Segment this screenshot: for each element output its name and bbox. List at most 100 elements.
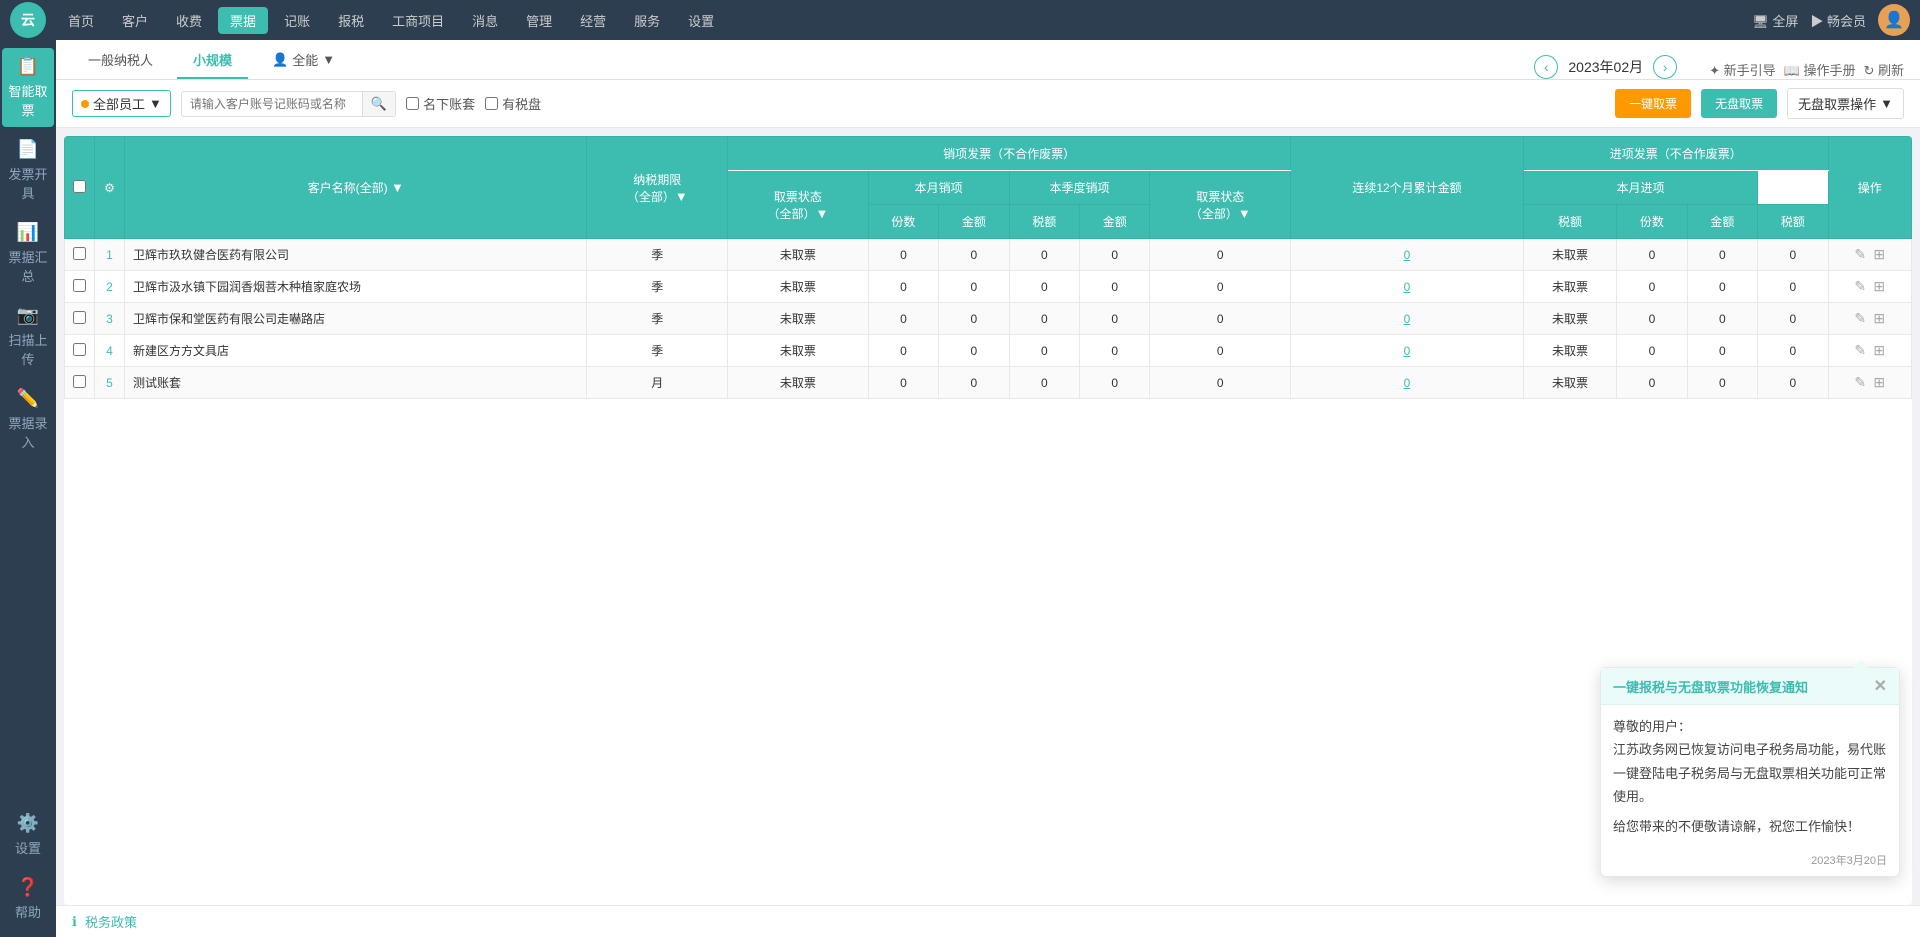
nav-client[interactable]: 客户 [110, 7, 160, 34]
th-month-purchase: 本月进项 [1523, 171, 1757, 205]
period-next-btn[interactable]: › [1653, 55, 1677, 79]
row-12month[interactable]: 0 [1291, 271, 1524, 303]
row-purchase-month-amount: 0 [1687, 271, 1757, 303]
refresh-btn[interactable]: ↻ 刷新 [1863, 60, 1904, 79]
period-label: 2023年02月 [1568, 57, 1643, 77]
row-sale-month-tax: 0 [1009, 271, 1079, 303]
row-purchase-month-count: 0 [1617, 367, 1687, 399]
row-checkbox[interactable] [65, 271, 95, 303]
search-button[interactable]: 🔍 [362, 92, 395, 116]
row-edit-btn[interactable]: ✎ [1854, 342, 1866, 358]
row-purchase-month-count: 0 [1617, 335, 1687, 367]
th-month-sale: 本月销项 [868, 171, 1009, 205]
row-view-btn[interactable]: ⊞ [1873, 310, 1885, 326]
row-purchase-month-tax: 0 [1758, 239, 1828, 271]
notification-text: 江苏政务网已恢复访问电子税务局功能，易代账一键登陆电子税务局与无盘取票相关功能可… [1613, 738, 1887, 808]
th-sale-quarter-amount: 金额 [1080, 205, 1150, 239]
nav-settings[interactable]: 设置 [676, 7, 726, 34]
row-period: 月 [587, 367, 728, 399]
avatar[interactable]: 👤 [1878, 4, 1910, 36]
row-sale-status: 未取票 [728, 303, 869, 335]
nav-invoice[interactable]: 票据 [218, 7, 268, 34]
notification-arrow [1853, 660, 1869, 668]
row-view-btn[interactable]: ⊞ [1873, 246, 1885, 262]
period-nav: ‹ 2023年02月 › [1534, 55, 1677, 79]
row-sale-status: 未取票 [728, 239, 869, 271]
row-purchase-month-tax: 0 [1758, 271, 1828, 303]
row-view-btn[interactable]: ⊞ [1873, 342, 1885, 358]
sidebar-label-scan: 扫描上传 [6, 330, 50, 368]
sidebar-label-entry: 票据录入 [6, 413, 50, 451]
notification-close-btn[interactable]: ✕ [1874, 676, 1887, 696]
no-disk-ops-btn[interactable]: 无盘取票操作 ▼ [1787, 88, 1904, 119]
row-sale-month-tax: 0 [1009, 335, 1079, 367]
employee-select[interactable]: 全部员工 ▼ [72, 90, 171, 117]
table-row: 2 卫辉市汲水镇下园润香烟菩木种植家庭农场 季 未取票 0 0 0 0 0 0 … [65, 271, 1912, 303]
row-12month[interactable]: 0 [1291, 239, 1524, 271]
select-all-checkbox[interactable] [73, 180, 86, 193]
fullscreen-btn[interactable]: 🖥 全屏 [1752, 11, 1798, 30]
tab-small-scale[interactable]: 小规模 [177, 44, 248, 79]
row-edit-btn[interactable]: ✎ [1854, 310, 1866, 326]
manual-btn[interactable]: 📖 操作手册 [1784, 60, 1856, 79]
th-checkbox [65, 137, 95, 239]
row-purchase-status: 未取票 [1523, 271, 1616, 303]
row-checkbox[interactable] [65, 239, 95, 271]
row-actions: ✎ ⊞ [1828, 367, 1911, 399]
nav-service[interactable]: 服务 [622, 7, 672, 34]
sidebar-item-smart-fetch[interactable]: 📋 智能取票 [2, 48, 54, 127]
new-guide-btn[interactable]: ✦ 新手引导 [1709, 60, 1776, 79]
tab-all-arrow: ▼ [322, 52, 335, 67]
row-checkbox[interactable] [65, 367, 95, 399]
sidebar-item-summary[interactable]: 📊 票据汇总 [2, 214, 54, 293]
nav-operations[interactable]: 经营 [568, 7, 618, 34]
tab-general-taxpayer[interactable]: 一般纳税人 [72, 44, 169, 79]
th-quarter-sale: 本季度销项 [1009, 171, 1150, 205]
row-checkbox[interactable] [65, 335, 95, 367]
checkbox-has-disk[interactable]: 有税盘 [485, 94, 541, 113]
row-sale-month-count: 0 [868, 239, 938, 271]
row-checkbox[interactable] [65, 303, 95, 335]
row-sale-month-count: 0 [868, 367, 938, 399]
help-icon: ❓ [17, 877, 39, 898]
row-customer-name: 卫辉市玖玖健合医药有限公司 [125, 239, 587, 271]
nav-bookkeeping[interactable]: 记账 [272, 7, 322, 34]
sidebar-item-open-invoice[interactable]: 📄 发票开具 [2, 131, 54, 210]
own-account-checkbox[interactable] [406, 97, 419, 110]
sidebar-item-settings[interactable]: ⚙️ 设置 [2, 805, 54, 865]
th-sale-group: 销项发票（不合作废票） [728, 137, 1291, 171]
row-view-btn[interactable]: ⊞ [1873, 278, 1885, 294]
row-sale-month-count: 0 [868, 271, 938, 303]
period-prev-btn[interactable]: ‹ [1534, 55, 1558, 79]
sidebar-item-entry[interactable]: ✏️ 票据录入 [2, 380, 54, 459]
no-disk-fetch-btn[interactable]: 无盘取票 [1701, 89, 1777, 118]
row-edit-btn[interactable]: ✎ [1854, 246, 1866, 262]
search-input[interactable] [182, 93, 362, 115]
nav-manage[interactable]: 管理 [514, 7, 564, 34]
row-edit-btn[interactable]: ✎ [1854, 278, 1866, 294]
row-sale-quarter-amount: 0 [1080, 335, 1150, 367]
one-click-fetch-btn[interactable]: 一键取票 [1615, 89, 1691, 118]
row-12month[interactable]: 0 [1291, 367, 1524, 399]
vip-btn[interactable]: ▶ 畅会员 [1810, 11, 1866, 30]
row-sale-status: 未取票 [728, 367, 869, 399]
row-view-btn[interactable]: ⊞ [1873, 374, 1885, 390]
nav-message[interactable]: 消息 [460, 7, 510, 34]
checkbox-own-account[interactable]: 名下账套 [406, 94, 475, 113]
nav-business[interactable]: 工商项目 [380, 7, 456, 34]
nav-tax[interactable]: 报税 [326, 7, 376, 34]
nav-billing[interactable]: 收费 [164, 7, 214, 34]
sidebar-item-help[interactable]: ❓ 帮助 [2, 869, 54, 929]
tax-policy-link[interactable]: 税务政策 [85, 912, 137, 931]
top-nav: 云 首页 客户 收费 票据 记账 报税 工商项目 消息 管理 经营 服务 设置 … [0, 0, 1920, 40]
nav-home[interactable]: 首页 [56, 7, 106, 34]
tab-all[interactable]: 👤 全能 ▼ [256, 44, 351, 79]
sidebar-item-scan[interactable]: 📷 扫描上传 [2, 297, 54, 376]
row-sale-month-tax: 0 [1009, 239, 1079, 271]
row-12month[interactable]: 0 [1291, 335, 1524, 367]
has-disk-checkbox[interactable] [485, 97, 498, 110]
footer-bar: ℹ 税务政策 [56, 905, 1920, 937]
row-edit-btn[interactable]: ✎ [1854, 374, 1866, 390]
row-no: 5 [95, 367, 125, 399]
row-12month[interactable]: 0 [1291, 303, 1524, 335]
